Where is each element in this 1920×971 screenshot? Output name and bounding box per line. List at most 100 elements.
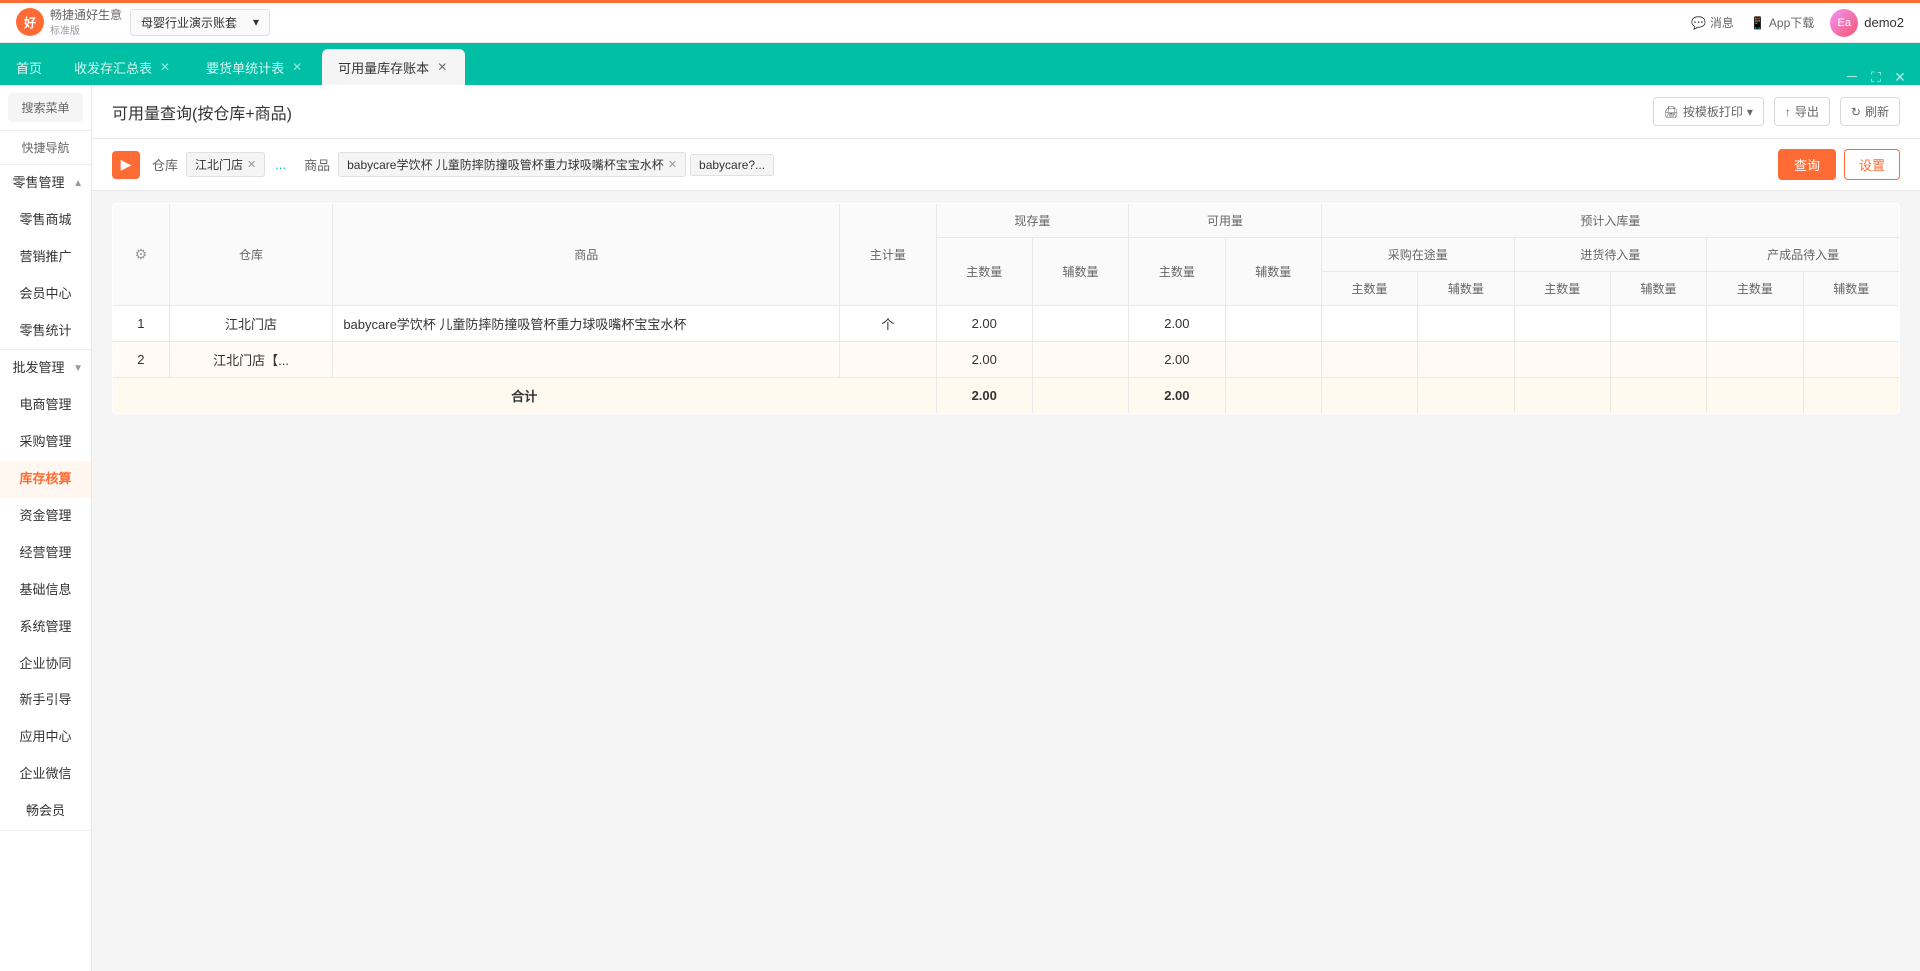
row-2-products-aux [1803, 342, 1899, 378]
product-tag-2-value: babycare?... [699, 158, 765, 172]
product-filter-group: 商品 babycare学饮杯 儿童防摔防撞吸管杯重力球吸嘴杯宝宝水杯 ✕ bab… [304, 152, 774, 177]
summary-incoming-main [1514, 378, 1610, 414]
sidebar-item-retail-mall[interactable]: 零售商城 [0, 202, 91, 239]
product-filter-label: 商品 [304, 155, 330, 174]
app-download-action[interactable]: 📱 App下载 [1750, 14, 1814, 31]
home-label: 首页 [16, 58, 42, 77]
warehouse-tag: 江北门店 ✕ [186, 152, 265, 177]
tab-available-stock-close[interactable]: ✕ [435, 58, 449, 76]
sidebar-item-new-guide-label: 新手引导 [8, 692, 83, 709]
sidebar-item-enterprise-wechat-label: 企业微信 [8, 766, 83, 783]
summary-current-aux [1032, 378, 1128, 414]
tab-receipt-summary[interactable]: 收发存汇总表 ✕ [58, 49, 188, 85]
tab-available-stock[interactable]: 可用量库存账本 ✕ [322, 49, 465, 85]
search-menu-button[interactable]: 搜索菜单 [8, 93, 83, 122]
username-label: demo2 [1864, 15, 1904, 30]
sidebar-item-new-guide[interactable]: 新手引导 [0, 682, 91, 719]
table-container: ⚙ 仓库 商品 主计量 现存量 可用量 预计入库量 主数量 辅数量 主数量 辅数… [92, 191, 1920, 971]
sidebar-item-operation[interactable]: 经营管理 [0, 535, 91, 572]
sidebar-item-vip-member-label: 畅会员 [8, 803, 83, 820]
settings-gear-icon[interactable]: ⚙ [135, 246, 148, 262]
filter-actions-right: 查询 设置 [1778, 149, 1900, 180]
product-tag-1-value: babycare学饮杯 儿童防摔防撞吸管杯重力球吸嘴杯宝宝水杯 [347, 156, 664, 173]
sidebar-item-finance[interactable]: 资金管理 [0, 498, 91, 535]
row-1-products-main [1707, 306, 1803, 342]
sidebar-item-enterprise-collab[interactable]: 企业协同 [0, 646, 91, 683]
summary-row: 合计 2.00 2.00 [113, 378, 1900, 414]
col-planned-in-group: 预计入库量 [1321, 204, 1899, 238]
table-header-row-1: ⚙ 仓库 商品 主计量 现存量 可用量 预计入库量 [113, 204, 1900, 238]
sidebar-item-quick-nav[interactable]: 快捷导航 [0, 131, 91, 165]
maximize-button[interactable]: ⛶ [1868, 69, 1884, 85]
warehouse-filter-tags: 江北门店 ✕ ... [186, 152, 292, 177]
sidebar-item-marketing[interactable]: 营销推广 [0, 239, 91, 276]
col-products-aux: 辅数量 [1803, 272, 1899, 306]
row-2-product [333, 342, 840, 378]
sidebar-item-basic-info[interactable]: 基础信息 [0, 572, 91, 609]
col-settings[interactable]: ⚙ [113, 204, 170, 306]
sidebar-item-enterprise-wechat[interactable]: 企业微信 [0, 756, 91, 793]
user-avatar-area[interactable]: Ea demo2 [1830, 9, 1904, 37]
row-1-unit: 个 [840, 306, 936, 342]
row-1-purchase-aux [1418, 306, 1514, 342]
minimize-button[interactable]: － [1844, 69, 1860, 85]
row-1-incoming-aux [1610, 306, 1706, 342]
sidebar-item-inventory-check[interactable]: 库存核算 [0, 461, 91, 498]
sidebar-item-finance-label: 资金管理 [8, 508, 83, 525]
warehouse-filter-more[interactable]: ... [269, 154, 292, 175]
export-btn[interactable]: ↑ 导出 [1774, 97, 1830, 126]
page-header: 可用量查询(按仓库+商品) 🖨 按模板打印 ▾ ↑ 导出 ↻ 刷新 [92, 85, 1920, 139]
print-template-label: 按模板打印 [1683, 103, 1743, 120]
table-head: ⚙ 仓库 商品 主计量 现存量 可用量 预计入库量 主数量 辅数量 主数量 辅数… [113, 204, 1900, 306]
nav-tabs: 首页 收发存汇总表 ✕ 要货单统计表 ✕ 可用量库存账本 ✕ － ⛶ ✕ [0, 43, 1920, 85]
product-filter-tags: babycare学饮杯 儿童防摔防撞吸管杯重力球吸嘴杯宝宝水杯 ✕ babyca… [338, 152, 774, 177]
main-layout: 搜索菜单 快捷导航 零售管理 ▲ 零售商城 营销推广 会员中心 零售统计 批发管… [0, 85, 1920, 971]
settings-button[interactable]: 设置 [1844, 149, 1900, 180]
col-product: 商品 [333, 204, 840, 306]
row-2-purchase-main [1321, 342, 1417, 378]
sidebar-item-purchase-label: 采购管理 [8, 434, 83, 451]
window-controls: － ⛶ ✕ [1832, 69, 1920, 85]
sidebar-item-system[interactable]: 系统管理 [0, 609, 91, 646]
sidebar-section-wholesale: 批发管理 ▼ 电商管理 采购管理 库存核算 资金管理 经营管理 基础信息 系 [0, 350, 91, 831]
tab-order-stats-label: 要货单统计表 [206, 58, 284, 77]
tab-receipt-summary-close[interactable]: ✕ [158, 58, 172, 76]
sidebar-item-retail-mgmt[interactable]: 零售管理 ▲ [0, 165, 91, 202]
summary-available-main: 2.00 [1129, 378, 1225, 414]
message-action[interactable]: 💬 消息 [1691, 14, 1734, 31]
filter-toggle-btn[interactable]: ▶ [112, 151, 140, 179]
warehouse-filter-group: 仓库 江北门店 ✕ ... [152, 152, 292, 177]
col-current-main: 主数量 [936, 238, 1032, 306]
query-button[interactable]: 查询 [1778, 149, 1836, 180]
row-2-available-main: 2.00 [1129, 342, 1225, 378]
sidebar-item-system-label: 系统管理 [8, 619, 83, 636]
tab-home[interactable]: 首页 [0, 49, 58, 85]
sidebar-item-app-center[interactable]: 应用中心 [0, 719, 91, 756]
sidebar-item-purchase[interactable]: 采购管理 [0, 424, 91, 461]
sidebar-item-member-center[interactable]: 会员中心 [0, 276, 91, 313]
close-button[interactable]: ✕ [1892, 69, 1908, 85]
summary-available-aux [1225, 378, 1321, 414]
row-1-current-main: 2.00 [936, 306, 1032, 342]
tab-order-stats[interactable]: 要货单统计表 ✕ [190, 49, 320, 85]
sidebar-item-basic-info-label: 基础信息 [8, 582, 83, 599]
sidebar-item-vip-member[interactable]: 畅会员 [0, 793, 91, 830]
warehouse-tag-remove[interactable]: ✕ [247, 158, 256, 171]
tab-order-stats-close[interactable]: ✕ [290, 58, 304, 76]
row-1-available-main: 2.00 [1129, 306, 1225, 342]
product-tag-1-remove[interactable]: ✕ [668, 158, 677, 171]
export-label: 导出 [1795, 103, 1819, 120]
data-table: ⚙ 仓库 商品 主计量 现存量 可用量 预计入库量 主数量 辅数量 主数量 辅数… [112, 203, 1900, 414]
print-template-btn[interactable]: 🖨 按模板打印 ▾ [1653, 97, 1764, 126]
row-1-purchase-main [1321, 306, 1417, 342]
arrow-icon2: ▼ [73, 363, 83, 374]
industry-selector[interactable]: 母婴行业演示账套 ▾ [130, 9, 270, 36]
sidebar-item-wholesale-mgmt[interactable]: 批发管理 ▼ [0, 350, 91, 387]
refresh-btn[interactable]: ↻ 刷新 [1840, 97, 1900, 126]
summary-purchase-aux [1418, 378, 1514, 414]
refresh-label: 刷新 [1865, 103, 1889, 120]
sidebar-item-retail-mall-label: 零售商城 [8, 212, 83, 229]
col-incoming-group: 进货待入量 [1514, 238, 1707, 272]
sidebar-item-ecommerce[interactable]: 电商管理 [0, 387, 91, 424]
sidebar-item-retail-stats[interactable]: 零售统计 [0, 313, 91, 350]
